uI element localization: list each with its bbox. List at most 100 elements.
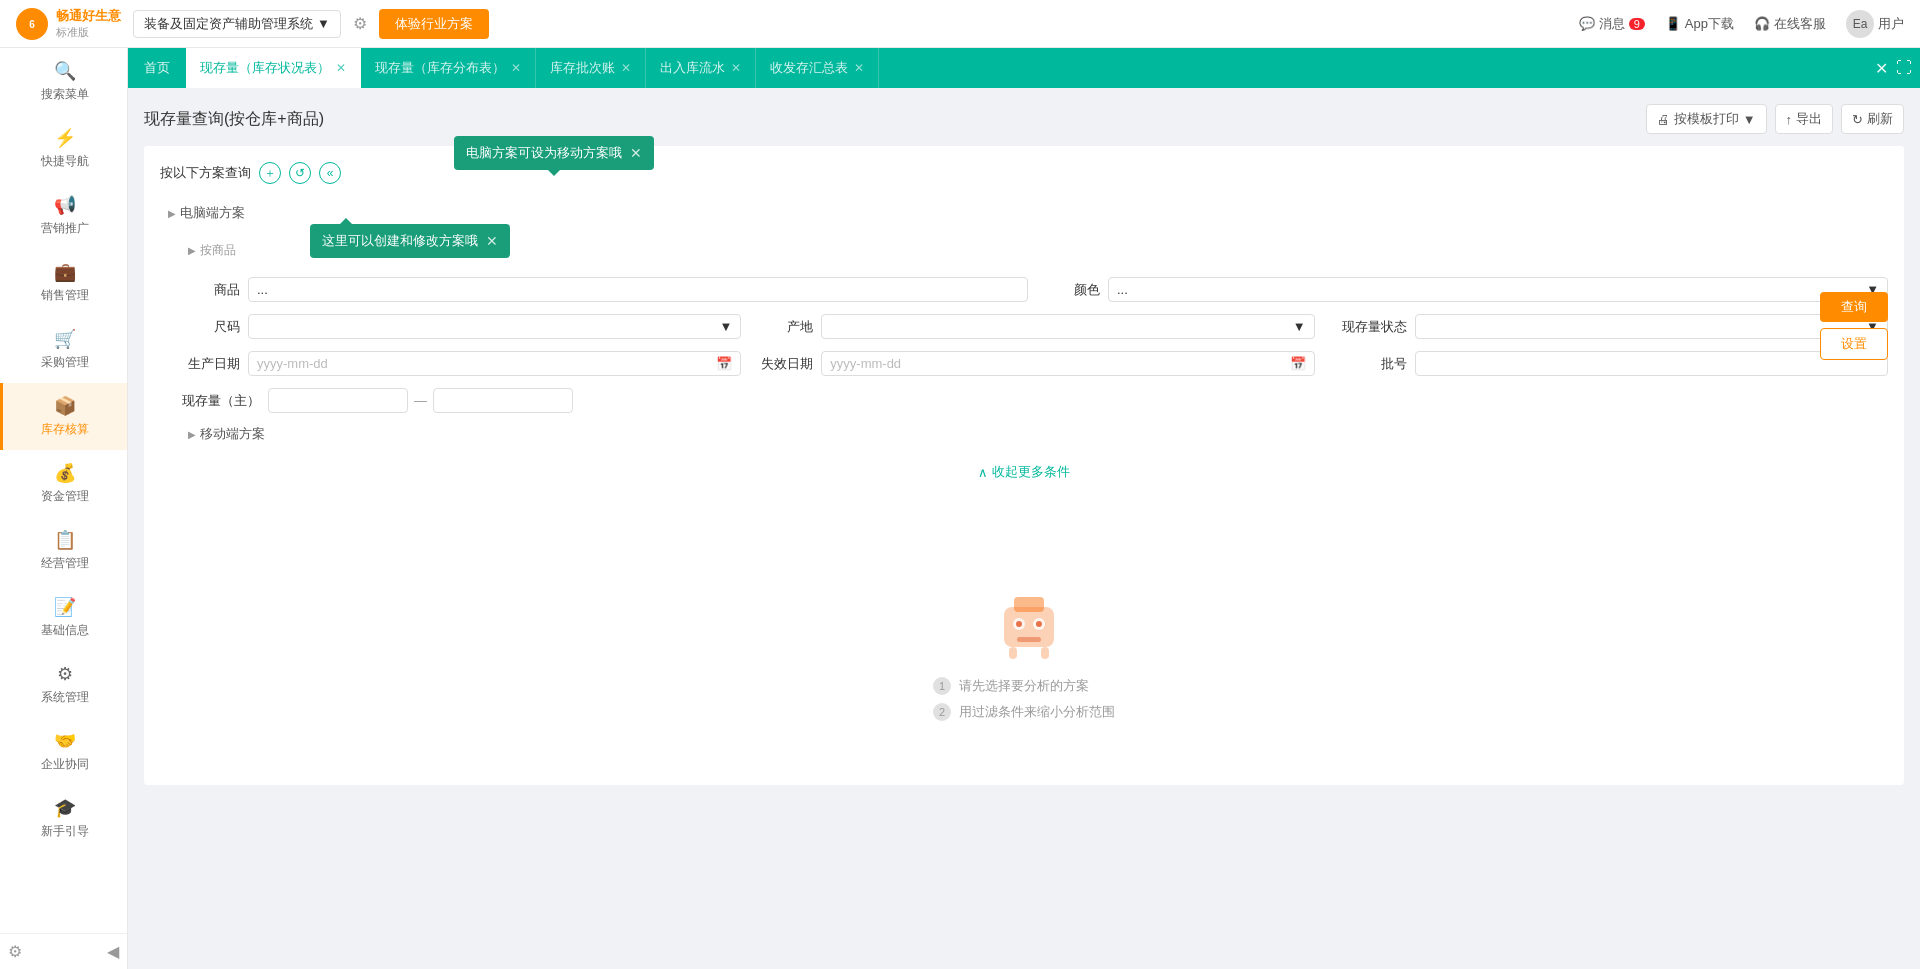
size-dropdown-icon: ▼: [719, 319, 732, 334]
system-selector[interactable]: 装备及固定资产辅助管理系统 ▼: [133, 10, 341, 38]
settings-gear-icon[interactable]: ⚙: [353, 14, 367, 33]
user-initial: Ea: [1853, 17, 1868, 31]
top-bar-left: 6 畅通好生意 标准版 装备及固定资产辅助管理系统 ▼ ⚙ 体验行业方案: [16, 7, 489, 40]
quick-nav-icon: ⚡: [54, 127, 76, 149]
search-buttons: 查询 设置: [1820, 292, 1888, 360]
sidebar-item-quick-nav[interactable]: ⚡ 快捷导航: [0, 115, 127, 182]
header-actions: 🖨 按模板打印 ▼ ↑ 导出 ↻ 刷新: [1646, 104, 1904, 134]
sidebar-item-purchase[interactable]: 🛒 采购管理: [0, 316, 127, 383]
sidebar-item-operations[interactable]: 📋 经营管理: [0, 517, 127, 584]
tab-home[interactable]: 首页: [128, 59, 186, 77]
sidebar-item-newbie[interactable]: 🎓 新手引导: [0, 785, 127, 852]
sidebar-label-inventory: 库存核算: [41, 421, 89, 438]
tooltip-create-scheme: 这里可以创建和修改方案哦 ✕: [310, 224, 510, 258]
scheme-mobile-item[interactable]: ▶ 移动端方案: [180, 421, 1888, 447]
stock-status-select[interactable]: ▼: [1415, 314, 1888, 339]
tooltip-desktop-scheme: 电脑方案可设为移动方案哦 ✕: [454, 136, 654, 170]
refresh-scheme-btn[interactable]: ↺: [289, 162, 311, 184]
purchase-icon: 🛒: [54, 328, 76, 350]
tab-collect-summary-label: 收发存汇总表: [770, 59, 848, 77]
expire-date-label: 失效日期: [753, 355, 813, 373]
svg-rect-8: [1017, 637, 1041, 642]
expire-date-input[interactable]: yyyy-mm-dd 📅: [821, 351, 1314, 376]
tab-inventory-status[interactable]: 现存量（库存状况表） ✕: [186, 48, 361, 88]
tab-batch-account-close[interactable]: ✕: [621, 61, 631, 75]
tooltip-close-icon[interactable]: ✕: [630, 145, 642, 161]
size-label: 尺码: [180, 318, 240, 336]
basic-info-icon: 📝: [54, 596, 76, 618]
sidebar-item-enterprise[interactable]: 🤝 企业协同: [0, 718, 127, 785]
filter-field-expire-group: 失效日期 yyyy-mm-dd 📅: [753, 351, 1314, 376]
notification-item[interactable]: 💬 消息 9: [1579, 15, 1645, 33]
tab-inout-flow-close[interactable]: ✕: [731, 61, 741, 75]
tab-inventory-dist-close[interactable]: ✕: [511, 61, 521, 75]
filter-row-1: 商品 ... 颜色 ... ▼: [180, 277, 1888, 302]
app-download-item[interactable]: 📱 App下载: [1665, 15, 1734, 33]
produce-date-input[interactable]: yyyy-mm-dd 📅: [248, 351, 741, 376]
sidebar: 🔍 搜索菜单 ⚡ 快捷导航 📢 营销推广 💼 销售管理 🛒 采购管理: [0, 48, 128, 969]
tab-inout-flow[interactable]: 出入库流水 ✕: [646, 48, 756, 88]
expire-date-placeholder: yyyy-mm-dd: [830, 356, 901, 371]
tip-num-1: 1: [933, 677, 951, 695]
sidebar-item-inventory[interactable]: 📦 库存核算: [0, 383, 127, 450]
reset-btn[interactable]: 设置: [1820, 328, 1888, 360]
sidebar-item-system[interactable]: ⚙ 系统管理: [0, 651, 127, 718]
filter-label: 按以下方案查询: [160, 164, 251, 182]
sidebar-collapse-icon[interactable]: ◀: [107, 942, 119, 961]
origin-select[interactable]: ▼: [821, 314, 1314, 339]
online-service-item[interactable]: 🎧 在线客服: [1754, 15, 1826, 33]
notification-label: 消息: [1599, 15, 1625, 33]
inventory-icon: 📦: [54, 395, 76, 417]
tab-close-all-icon[interactable]: ✕: [1875, 59, 1888, 78]
filter-field-origin-group: 产地 ▼: [753, 314, 1314, 339]
scheme-container: ▶ 电脑端方案 这里可以创建和修改方案哦 ✕: [160, 196, 1888, 230]
sidebar-item-finance[interactable]: 💰 资金管理: [0, 450, 127, 517]
tab-collect-summary-close[interactable]: ✕: [854, 61, 864, 75]
tab-fullscreen-icon[interactable]: ⛶: [1896, 59, 1912, 77]
sidebar-bottom-settings-icon[interactable]: ⚙: [8, 942, 22, 961]
refresh-btn[interactable]: ↻ 刷新: [1841, 104, 1904, 134]
sidebar-menu: 🔍 搜索菜单 ⚡ 快捷导航 📢 营销推广 💼 销售管理 🛒 采购管理: [0, 48, 127, 933]
dropdown-arrow-icon2: ▼: [1743, 112, 1756, 127]
stock-qty-max-input[interactable]: [433, 388, 573, 413]
tab-batch-account[interactable]: 库存批次账 ✕: [536, 48, 646, 88]
svg-rect-9: [1009, 647, 1017, 659]
tab-inventory-status-close[interactable]: ✕: [336, 61, 346, 75]
headset-icon: 🎧: [1754, 16, 1770, 31]
template-print-btn[interactable]: 🖨 按模板打印 ▼: [1646, 104, 1767, 134]
goods-dots: ...: [257, 282, 268, 297]
app-download-label: App下载: [1685, 15, 1734, 33]
sidebar-bottom: ⚙ ◀: [0, 933, 127, 969]
tab-inout-flow-label: 出入库流水: [660, 59, 725, 77]
sidebar-item-sales[interactable]: 💼 销售管理: [0, 249, 127, 316]
size-select[interactable]: ▼: [248, 314, 741, 339]
notification-badge: 9: [1629, 18, 1645, 30]
batch-input[interactable]: [1415, 351, 1888, 376]
stock-qty-min-input[interactable]: [268, 388, 408, 413]
collapse-btn[interactable]: ∧ 收起更多条件: [978, 463, 1070, 481]
trial-btn[interactable]: 体验行业方案: [379, 9, 489, 39]
page-content: 现存量查询(按仓库+商品) 🖨 按模板打印 ▼ ↑ 导出 ↻: [128, 88, 1920, 969]
sidebar-item-search-menu[interactable]: 🔍 搜索菜单: [0, 48, 127, 115]
scheme-desktop-item[interactable]: ▶ 电脑端方案: [160, 200, 1888, 226]
user-label: 用户: [1878, 15, 1904, 33]
marketing-icon: 📢: [54, 194, 76, 216]
search-menu-icon: 🔍: [54, 60, 76, 82]
template-print-icon: 🖨: [1657, 112, 1670, 127]
add-scheme-btn[interactable]: ＋: [259, 162, 281, 184]
tab-actions: ✕ ⛶: [1867, 59, 1920, 78]
prev-scheme-btn[interactable]: «: [319, 162, 341, 184]
search-btn[interactable]: 查询: [1820, 292, 1888, 322]
export-btn[interactable]: ↑ 导出: [1775, 104, 1834, 134]
user-avatar-item[interactable]: Ea 用户: [1846, 10, 1904, 38]
goods-field[interactable]: ...: [248, 277, 1028, 302]
sidebar-item-marketing[interactable]: 📢 营销推广: [0, 182, 127, 249]
tab-inventory-dist[interactable]: 现存量（库存分布表） ✕: [361, 48, 536, 88]
svg-point-6: [1016, 621, 1022, 627]
export-icon: ↑: [1786, 112, 1793, 127]
sidebar-item-basic-info[interactable]: 📝 基础信息: [0, 584, 127, 651]
scheme-mobile-label: 移动端方案: [200, 425, 265, 443]
tooltip-create-close-icon[interactable]: ✕: [486, 233, 498, 249]
color-select[interactable]: ... ▼: [1108, 277, 1888, 302]
tab-collect-summary[interactable]: 收发存汇总表 ✕: [756, 48, 879, 88]
